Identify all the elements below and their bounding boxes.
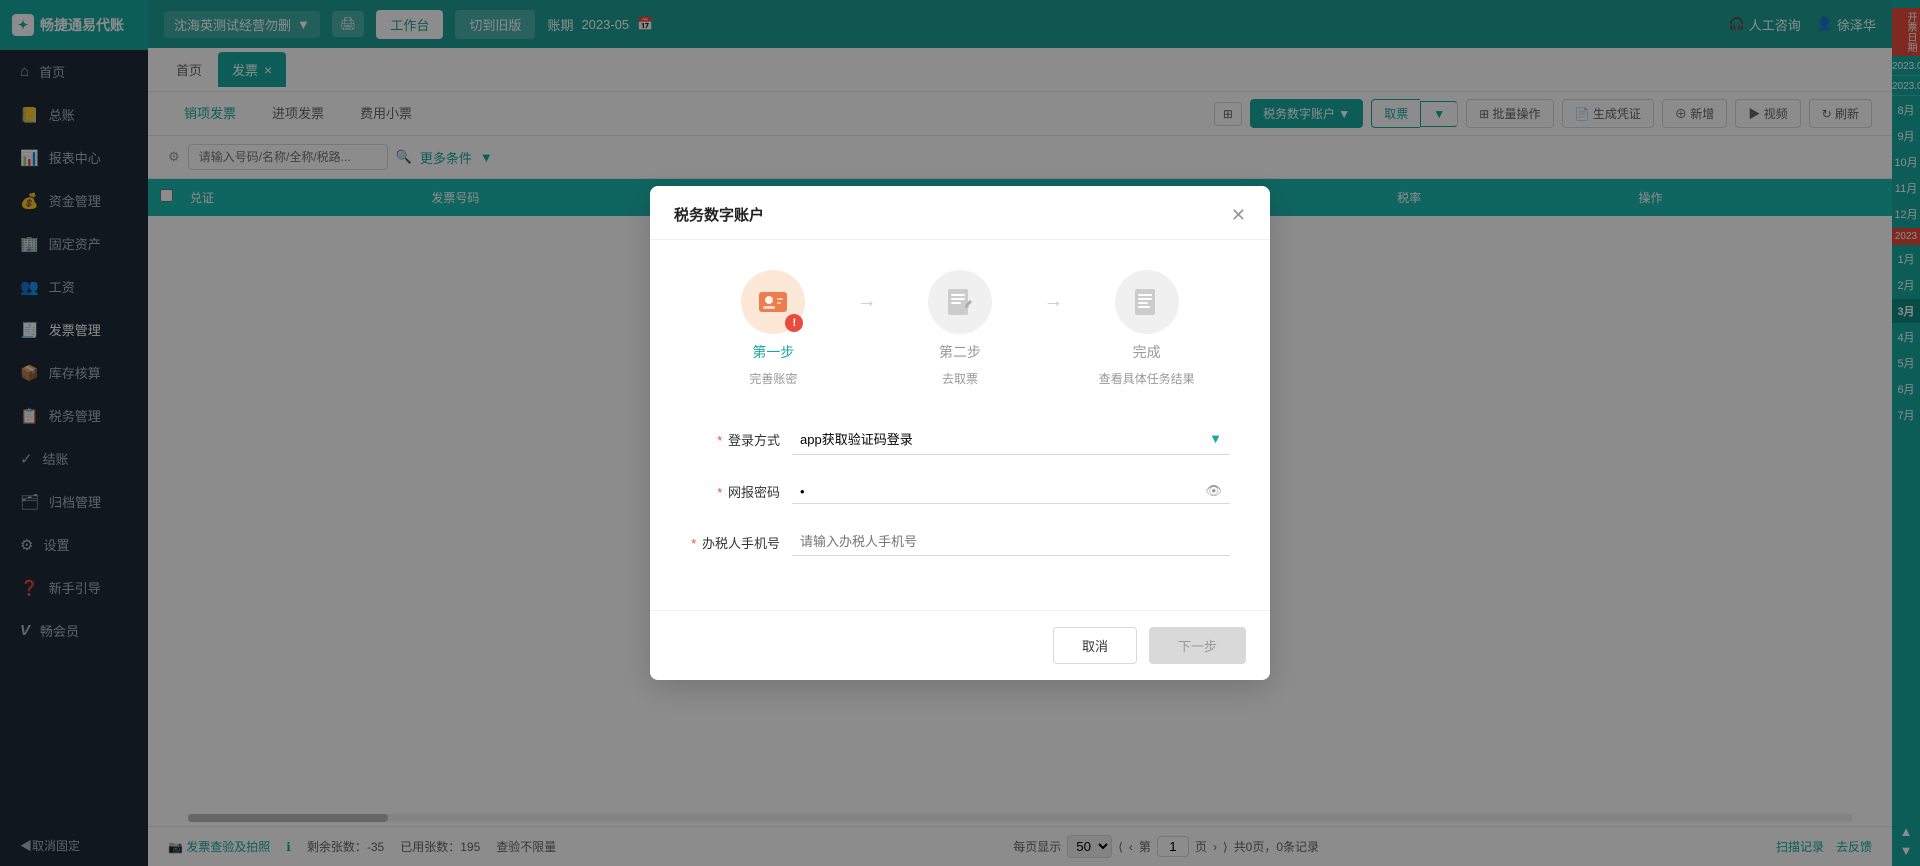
- modal-close-btn[interactable]: ✕: [1231, 206, 1246, 224]
- password-label: * 网报密码: [690, 482, 780, 501]
- step1-icon: !: [741, 270, 805, 334]
- tax-digital-modal: 税务数字账户 ✕ !: [650, 186, 1270, 680]
- phone-row: * 办税人手机号: [690, 528, 1230, 556]
- step-2: 第二步 去取票: [877, 270, 1044, 387]
- step2-subtitle: 去取票: [942, 370, 978, 387]
- cancel-button[interactable]: 取消: [1053, 627, 1137, 664]
- modal-header: 税务数字账户 ✕: [650, 186, 1270, 240]
- password-field-wrapper: 👁: [792, 479, 1230, 504]
- step3-title: 完成: [1133, 342, 1161, 362]
- steps-indicator: ! 第一步 完善账密 →: [690, 270, 1230, 387]
- step-3: 完成 查看具体任务结果: [1063, 270, 1230, 387]
- step1-title: 第一步: [752, 342, 794, 362]
- phone-input[interactable]: [792, 528, 1230, 556]
- login-method-label: * 登录方式: [690, 430, 780, 449]
- password-input[interactable]: [800, 484, 1205, 499]
- modal-footer: 取消 下一步: [650, 610, 1270, 680]
- step2-title: 第二步: [939, 342, 981, 362]
- step1-subtitle: 完善账密: [749, 370, 797, 387]
- arrow-1: →: [857, 270, 877, 313]
- step3-subtitle: 查看具体任务结果: [1099, 370, 1195, 387]
- step2-icon: [928, 270, 992, 334]
- phone-label: * 办税人手机号: [690, 533, 780, 552]
- arrow-2: →: [1043, 270, 1063, 313]
- step1-badge: !: [785, 314, 803, 332]
- chevron-down-icon: ▼: [1209, 431, 1222, 446]
- modal-title: 税务数字账户: [674, 204, 764, 225]
- eye-icon[interactable]: 👁: [1205, 483, 1222, 499]
- password-row: * 网报密码 👁: [690, 479, 1230, 504]
- login-method-row: * 登录方式 app获取验证码登录 ▼: [690, 423, 1230, 455]
- step3-icon: [1115, 270, 1179, 334]
- login-method-select[interactable]: app获取验证码登录 ▼: [792, 423, 1230, 455]
- modal-overlay: 税务数字账户 ✕ !: [0, 0, 1920, 866]
- next-button[interactable]: 下一步: [1149, 627, 1246, 664]
- modal-body: ! 第一步 完善账密 →: [650, 240, 1270, 610]
- step-1: ! 第一步 完善账密: [690, 270, 857, 387]
